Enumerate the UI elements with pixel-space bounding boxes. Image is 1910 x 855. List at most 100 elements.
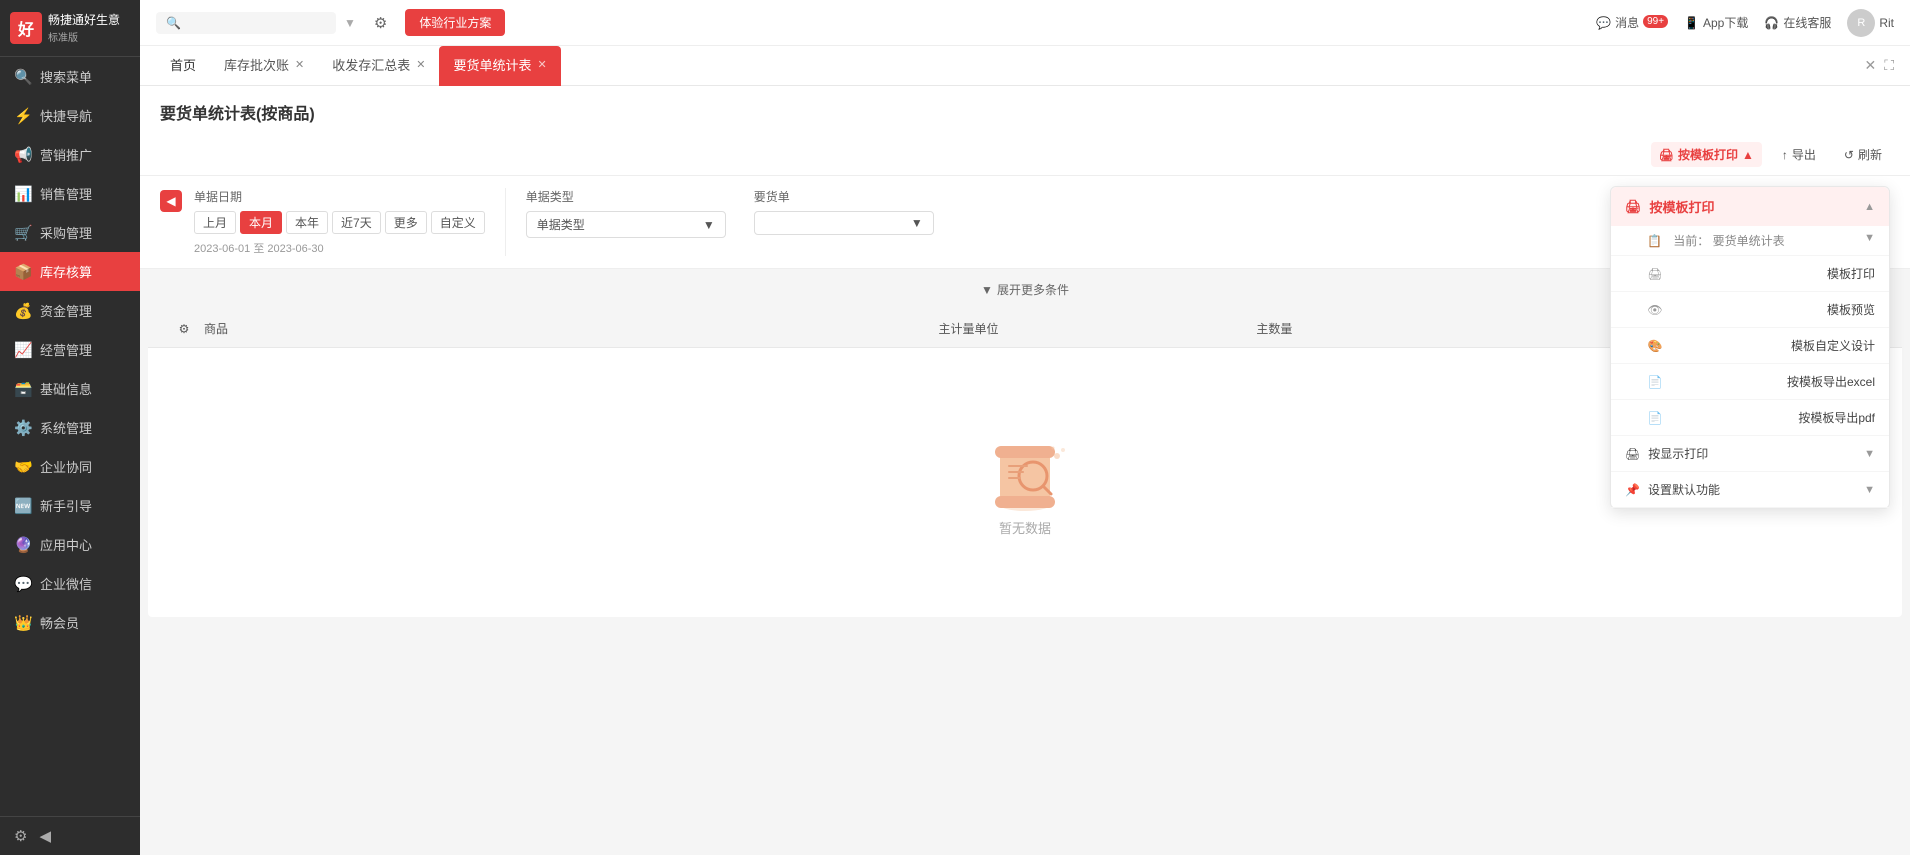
- template-preview-label: 模板预览: [1827, 301, 1875, 318]
- template-pdf-label: 按模板导出pdf: [1798, 409, 1875, 426]
- sales-icon: 📊: [14, 185, 32, 203]
- collapse-icon[interactable]: ◀: [39, 827, 51, 845]
- default-func-chevron[interactable]: ▼: [1864, 484, 1875, 496]
- sidebar-item-weixin[interactable]: 💬 企业微信: [0, 564, 140, 603]
- col-qty-header: 主数量: [1121, 320, 1427, 337]
- sidebar-item-guide[interactable]: 🆕 新手引导: [0, 486, 140, 525]
- tab-close-window-icon[interactable]: ✕: [1864, 57, 1876, 74]
- sidebar-item-basic[interactable]: 🗃️ 基础信息: [0, 369, 140, 408]
- tab-inventory-batch[interactable]: 库存批次账 ✕: [210, 46, 318, 86]
- message-item[interactable]: 💬 消息 99+: [1596, 14, 1668, 31]
- date-btn-this-month[interactable]: 本月: [240, 211, 282, 234]
- sidebar-item-shortcut[interactable]: ⚡ 快捷导航: [0, 96, 140, 135]
- sidebar-item-marketing[interactable]: 📢 营销推广: [0, 135, 140, 174]
- order-goods-select[interactable]: ▼: [754, 211, 934, 235]
- sidebar-item-system[interactable]: ⚙️ 系统管理: [0, 408, 140, 447]
- date-btn-prev-month[interactable]: 上月: [194, 211, 236, 234]
- print-dropdown-header[interactable]: 🖨 按模板打印 ▲: [1611, 187, 1889, 226]
- printer-icon: 🖨: [1659, 148, 1674, 162]
- sidebar-item-sales[interactable]: 📊 销售管理: [0, 174, 140, 213]
- app-name: 畅捷通好生意: [48, 12, 120, 29]
- print-template-btn[interactable]: 🖨 按模板打印 ▲: [1651, 142, 1762, 167]
- tab-receipt-summary-close[interactable]: ✕: [416, 58, 425, 71]
- member-icon: 👑: [14, 614, 32, 632]
- current-value: 要货单统计表: [1713, 234, 1785, 248]
- tab-home[interactable]: 首页: [156, 46, 210, 86]
- default-func-section[interactable]: 📌 设置默认功能 ▼: [1611, 472, 1889, 508]
- col-settings-header[interactable]: ⚙: [164, 322, 204, 336]
- app-edition: 标准版: [48, 29, 120, 44]
- date-btn-more[interactable]: 更多: [385, 211, 427, 234]
- template-excel-label: 按模板导出excel: [1787, 373, 1875, 390]
- expand-conditions-btn[interactable]: ▼ 展开更多条件: [965, 277, 1085, 302]
- display-print-section[interactable]: 🖨 按显示打印 ▼: [1611, 436, 1889, 472]
- tab-inventory-batch-close[interactable]: ✕: [295, 58, 304, 71]
- sidebar-item-label: 畅会员: [40, 613, 79, 632]
- chevron-down-icon2: ▼: [911, 216, 923, 230]
- search-input[interactable]: [185, 16, 305, 30]
- sidebar-item-label: 经营管理: [40, 340, 92, 359]
- refresh-btn[interactable]: ↺ 刷新: [1836, 142, 1890, 167]
- sidebar-item-inventory[interactable]: 📦 库存核算: [0, 252, 140, 291]
- tab-receipt-summary[interactable]: 收发存汇总表 ✕: [318, 46, 439, 86]
- sidebar-item-label: 新手引导: [40, 496, 92, 515]
- display-print-icon: 🖨: [1625, 447, 1640, 461]
- trial-btn[interactable]: 体验行业方案: [405, 9, 505, 36]
- sidebar-item-purchase[interactable]: 🛒 采购管理: [0, 213, 140, 252]
- date-btn-this-year[interactable]: 本年: [286, 211, 328, 234]
- app-download-item[interactable]: 📱 App下载: [1684, 14, 1748, 31]
- display-print-chevron[interactable]: ▼: [1864, 448, 1875, 460]
- sidebar-logo: 好 畅捷通好生意 标准版: [0, 0, 140, 57]
- current-chevron[interactable]: ▼: [1864, 232, 1875, 244]
- template-excel-item[interactable]: 📄 按模板导出excel: [1611, 364, 1889, 400]
- topbar-search[interactable]: 🔍: [156, 12, 336, 34]
- marketing-icon: 📢: [14, 146, 32, 164]
- sidebar-item-apps[interactable]: 🔮 应用中心: [0, 525, 140, 564]
- tabs-bar: 首页 库存批次账 ✕ 收发存汇总表 ✕ 要货单统计表 ✕ ✕ ⛶: [140, 46, 1910, 86]
- online-service-item[interactable]: 🎧 在线客服: [1764, 14, 1831, 31]
- printer-small-icon: 🖨: [1647, 267, 1663, 281]
- sidebar-item-search[interactable]: 🔍 搜索菜单: [0, 57, 140, 96]
- pdf-icon: 📄: [1647, 411, 1663, 425]
- eye-icon: 👁: [1647, 303, 1663, 317]
- avatar-initial: R: [1857, 17, 1865, 29]
- basic-icon: 🗃️: [14, 380, 32, 398]
- template-custom-item[interactable]: 🎨 模板自定义设计: [1611, 328, 1889, 364]
- weixin-icon: 💬: [14, 575, 32, 593]
- export-btn[interactable]: ↑ 导出: [1774, 142, 1824, 167]
- order-type-select[interactable]: 单据类型 ▼: [526, 211, 726, 238]
- print-template-label: 按模板打印: [1678, 146, 1738, 163]
- finance-icon: 💰: [14, 302, 32, 320]
- sidebar-item-label: 基础信息: [40, 379, 92, 398]
- date-filter-group: 单据日期 上月 本月 本年 近7天 更多 自定义 2023-06-01 至 20…: [194, 188, 485, 256]
- tab-fullscreen-icon[interactable]: ⛶: [1884, 57, 1894, 74]
- tab-order-summary-close[interactable]: ✕: [538, 58, 547, 71]
- order-type-filter-group: 单据类型 单据类型 ▼: [526, 188, 726, 238]
- sidebar-item-member[interactable]: 👑 畅会员: [0, 603, 140, 642]
- tab-order-summary[interactable]: 要货单统计表 ✕: [439, 46, 560, 86]
- search-dropdown-icon[interactable]: ▼: [344, 16, 356, 30]
- dropdown-collapse-icon[interactable]: ▲: [1864, 201, 1875, 213]
- sidebar-item-finance[interactable]: 💰 资金管理: [0, 291, 140, 330]
- filter-toggle-btn[interactable]: ◀: [160, 190, 182, 212]
- current-template-item: 📋 当前： 要货单统计表 ▼: [1611, 226, 1889, 256]
- user-avatar-area[interactable]: R Rit: [1847, 9, 1894, 37]
- sidebar-item-collab[interactable]: 🤝 企业协同: [0, 447, 140, 486]
- operation-icon: 📈: [14, 341, 32, 359]
- tab-home-label: 首页: [170, 55, 196, 74]
- sidebar-item-label: 快捷导航: [40, 106, 92, 125]
- topbar-gear-icon[interactable]: ⚙: [374, 14, 387, 32]
- date-btn-custom[interactable]: 自定义: [431, 211, 485, 234]
- sidebar-item-label: 系统管理: [40, 418, 92, 437]
- display-print-label: 按显示打印: [1648, 445, 1708, 462]
- sidebar-item-label: 企业微信: [40, 574, 92, 593]
- template-pdf-item[interactable]: 📄 按模板导出pdf: [1611, 400, 1889, 436]
- sidebar-item-label: 应用中心: [40, 535, 92, 554]
- date-btn-7days[interactable]: 近7天: [332, 211, 381, 234]
- settings-icon[interactable]: ⚙: [14, 827, 27, 845]
- topbar: 🔍 ▼ ⚙ 体验行业方案 💬 消息 99+ 📱 App下载 🎧 在线客服: [140, 0, 1910, 46]
- sidebar-item-operation[interactable]: 📈 经营管理: [0, 330, 140, 369]
- template-preview-item[interactable]: 👁 模板预览: [1611, 292, 1889, 328]
- template-print-item[interactable]: 🖨 模板打印: [1611, 256, 1889, 292]
- message-label: 消息: [1615, 14, 1639, 31]
